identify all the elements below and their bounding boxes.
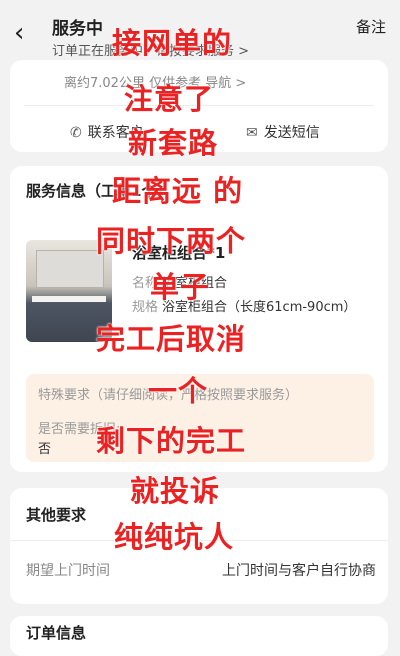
name-value: 浴室柜组合 <box>162 276 228 291</box>
divider <box>10 540 388 541</box>
contact-customer-button[interactable]: ✆ 联系客户 <box>70 122 144 142</box>
remark-button[interactable]: 备注 <box>356 16 386 37</box>
sink-shape <box>32 296 106 302</box>
name-key: 名称 <box>132 276 159 291</box>
send-sms-label: 发送短信 <box>263 125 320 141</box>
contact-customer-label: 联系客户 <box>87 125 144 141</box>
product-name-row: 名称 浴室柜组合 <box>132 272 227 291</box>
chevron-left-icon[interactable]: ‹ <box>14 20 24 46</box>
door-time-label: 期望上门时间 <box>26 563 110 579</box>
status-subtitle[interactable]: 订单正在服务中，请按要求服务 > <box>52 40 249 59</box>
message-icon: ✉ <box>246 125 258 141</box>
other-requirements-card: 其他要求 期望上门时间 上门时间与客户自行协商 <box>10 488 388 604</box>
navigation-card: 离约7.02公里 仅供参考 导航 > ✆ 联系客户 ✉ 发送短信 <box>10 60 388 152</box>
other-requirements-title: 其他要求 <box>26 506 87 524</box>
door-time-value: 上门时间与客户自行协商 <box>222 563 376 579</box>
dismantle-label: 是否需要拆旧: <box>38 422 121 437</box>
page-title: 服务中 <box>52 19 103 39</box>
divider <box>24 105 374 106</box>
special-requirement-title: 特殊要求（请仔细阅读，严格按照要求服务） <box>38 388 299 403</box>
product-image[interactable] <box>26 240 112 342</box>
service-info-card: 服务信息（工单1个） 浴室柜组合*1 名称 浴室柜组合 规格 浴室柜组合（长度61c… <box>10 166 388 472</box>
product-spec-row: 规格 浴室柜组合（长度61cm-90cm） <box>132 296 356 315</box>
special-requirement-box: 特殊要求（请仔细阅读，严格按照要求服务） 是否需要拆旧: 否 <box>26 374 374 462</box>
distance-navigation-link[interactable]: 离约7.02公里 仅供参考 导航 > <box>64 72 246 91</box>
mirror-shape <box>36 250 104 288</box>
service-info-title: 服务信息（工单1个） <box>26 182 172 200</box>
phone-icon: ✆ <box>70 125 82 141</box>
spec-value: 浴室柜组合（长度61cm-90cm） <box>162 300 357 315</box>
spec-key: 规格 <box>132 300 159 315</box>
send-sms-button[interactable]: ✉ 发送短信 <box>246 122 320 142</box>
order-info-card: 订单信息 <box>10 616 388 656</box>
product-name: 浴室柜组合*1 <box>132 244 226 262</box>
dismantle-value: 否 <box>38 442 52 457</box>
